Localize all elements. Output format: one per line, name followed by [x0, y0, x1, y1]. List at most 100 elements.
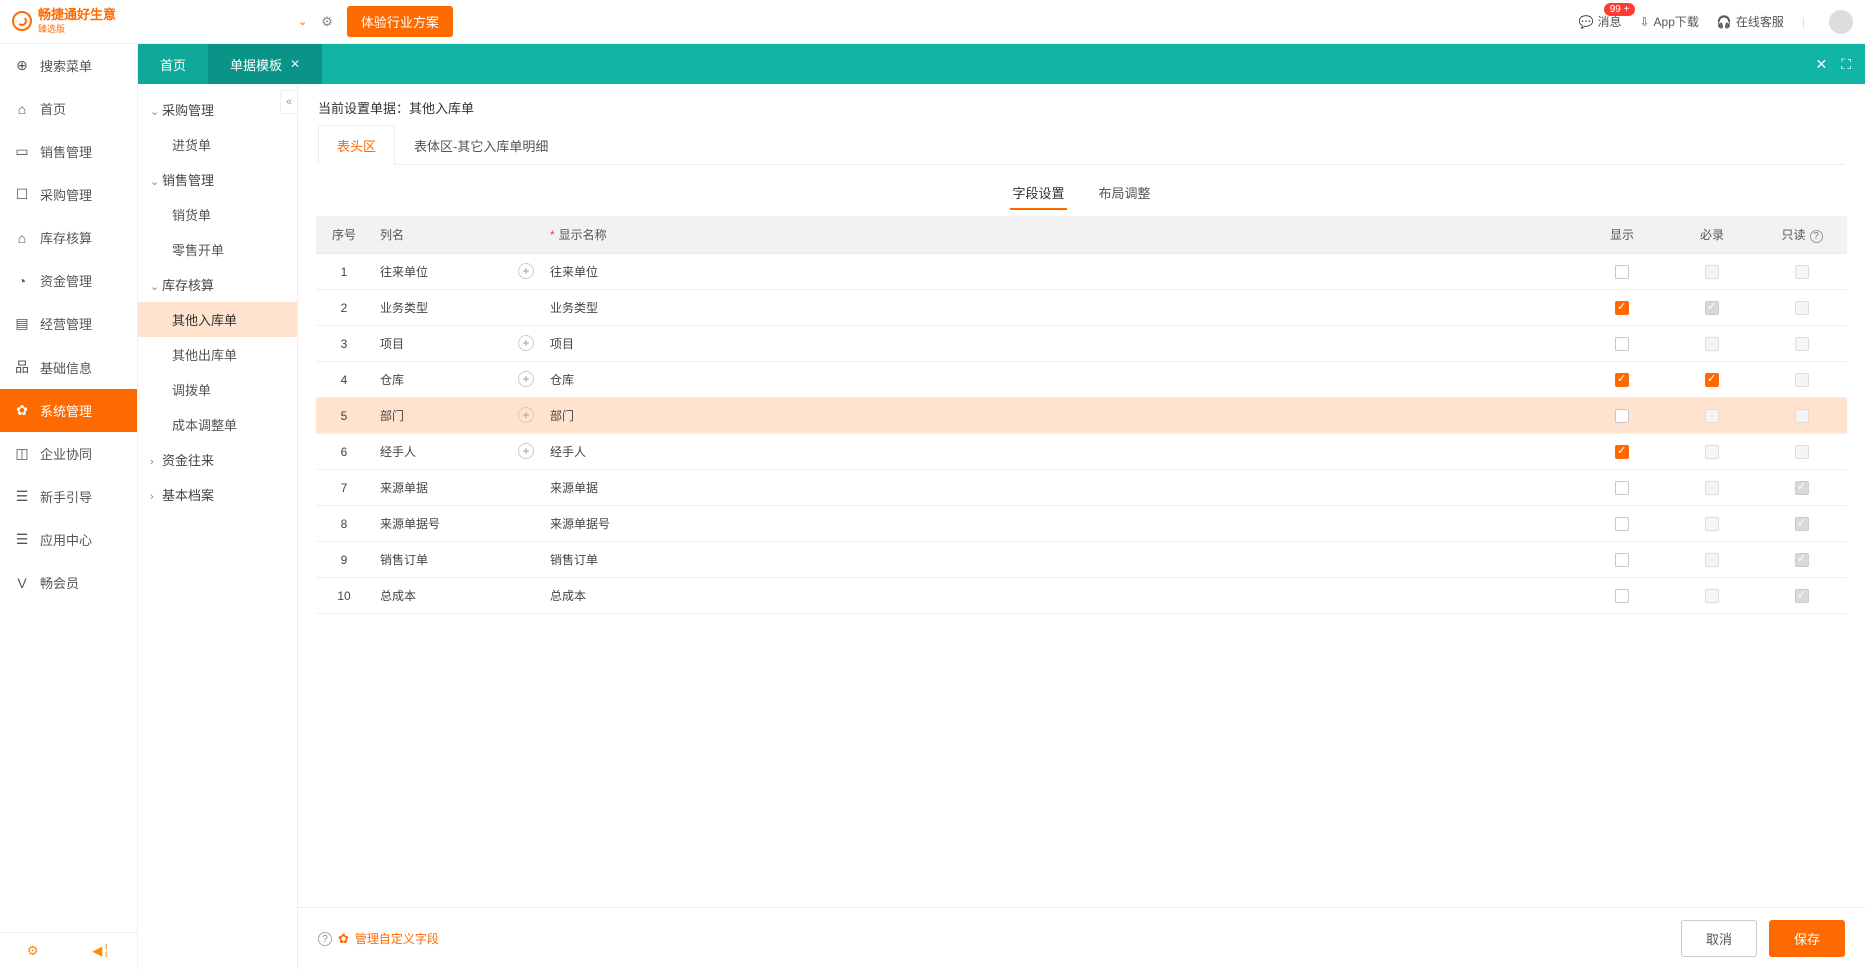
cell-disp[interactable]: 经手人: [542, 434, 1577, 470]
cell-disp[interactable]: 来源单据号: [542, 506, 1577, 542]
plus-icon[interactable]: +: [518, 263, 534, 279]
checkbox[interactable]: [1615, 481, 1629, 495]
checkbox: [1705, 481, 1719, 495]
sidenav-item-4[interactable]: ⌂库存核算: [0, 216, 137, 259]
checkbox[interactable]: [1615, 337, 1629, 351]
cell-req: [1667, 506, 1757, 542]
sidenav-item-0[interactable]: ⊕搜索菜单: [0, 44, 137, 87]
inner-tab-1[interactable]: 表体区-其它入库单明细: [395, 125, 567, 165]
tree-item-2-2[interactable]: 调拨单: [138, 372, 297, 407]
cell-disp[interactable]: 部门: [542, 398, 1577, 434]
tree-item-2-1[interactable]: 其他出库单: [138, 337, 297, 372]
checkbox: [1795, 589, 1809, 603]
checkbox[interactable]: [1615, 553, 1629, 567]
tree-group-0[interactable]: 采购管理: [138, 92, 297, 127]
table-row[interactable]: 10总成本总成本: [316, 578, 1847, 614]
sidenav-item-3[interactable]: ☐采购管理: [0, 173, 137, 216]
help-icon[interactable]: ?: [1810, 230, 1823, 243]
checkbox[interactable]: [1705, 373, 1719, 387]
close-all-icon[interactable]: ✕: [1815, 56, 1827, 73]
tab-doc-template[interactable]: 单据模板 ✕: [208, 44, 322, 84]
app-download-link[interactable]: ⇩ App下载: [1639, 13, 1698, 30]
cell-disp[interactable]: 总成本: [542, 578, 1577, 614]
tree-group-2[interactable]: 库存核算: [138, 267, 297, 302]
checkbox[interactable]: [1615, 445, 1629, 459]
cta-industry-button[interactable]: 体验行业方案: [347, 6, 453, 37]
plus-icon[interactable]: +: [518, 335, 534, 351]
tree-item-1-1[interactable]: 零售开单: [138, 232, 297, 267]
sidenav-item-12[interactable]: V畅会员: [0, 561, 137, 604]
checkbox[interactable]: [1615, 373, 1629, 387]
tree-item-0-0[interactable]: 进货单: [138, 127, 297, 162]
tree-item-1-0[interactable]: 销货单: [138, 197, 297, 232]
sidenav-item-2[interactable]: ▭销售管理: [0, 130, 137, 173]
cell-disp[interactable]: 业务类型: [542, 290, 1577, 326]
cancel-button[interactable]: 取消: [1681, 920, 1757, 957]
sidenav-item-9[interactable]: ◫企业协同: [0, 432, 137, 475]
checkbox[interactable]: [1615, 265, 1629, 279]
plus-icon[interactable]: +: [518, 371, 534, 387]
tab-home[interactable]: 首页: [138, 44, 208, 84]
table-row[interactable]: 1往来单位+往来单位: [316, 254, 1847, 290]
checkbox: [1705, 265, 1719, 279]
inner-tab-0[interactable]: 表头区: [318, 125, 395, 165]
tree-group-3[interactable]: 资金往来: [138, 442, 297, 477]
table-row[interactable]: 9销售订单销售订单: [316, 542, 1847, 578]
collapse-nav-icon[interactable]: ◀╎: [92, 943, 110, 959]
table-row[interactable]: 8来源单据号来源单据号: [316, 506, 1847, 542]
gear-icon[interactable]: ⚙: [321, 14, 333, 30]
sub-tab-1[interactable]: 布局调整: [1097, 177, 1153, 210]
tree-item-2-0[interactable]: 其他入库单: [138, 302, 297, 337]
nav-label: 基础信息: [40, 358, 92, 377]
table-row[interactable]: 4仓库+仓库: [316, 362, 1847, 398]
settings-icon[interactable]: ⚙: [27, 943, 39, 959]
cell-disp[interactable]: 仓库: [542, 362, 1577, 398]
cell-disp[interactable]: 项目: [542, 326, 1577, 362]
cell-ro: [1757, 542, 1847, 578]
cell-req: [1667, 578, 1757, 614]
checkbox[interactable]: [1615, 409, 1629, 423]
checkbox[interactable]: [1615, 589, 1629, 603]
avatar[interactable]: [1829, 10, 1853, 34]
checkbox: [1705, 589, 1719, 603]
org-selector[interactable]: ⌄: [158, 15, 307, 28]
online-service-link[interactable]: 🎧 在线客服: [1717, 13, 1784, 30]
help-icon[interactable]: ?: [318, 932, 332, 946]
close-icon[interactable]: ✕: [290, 57, 300, 71]
sidenav-item-5[interactable]: ◔资金管理: [0, 259, 137, 302]
table-row[interactable]: 7来源单据来源单据: [316, 470, 1847, 506]
cell-req: [1667, 542, 1757, 578]
table-row[interactable]: 5部门+部门: [316, 398, 1847, 434]
cell-show: [1577, 290, 1667, 326]
sidenav-item-11[interactable]: ☰应用中心: [0, 518, 137, 561]
cell-req: [1667, 254, 1757, 290]
tree-group-1[interactable]: 销售管理: [138, 162, 297, 197]
tree-group-4[interactable]: 基本档案: [138, 477, 297, 512]
checkbox: [1705, 301, 1719, 315]
messages-link[interactable]: 💬 消息 99 +: [1579, 13, 1622, 30]
sidenav-item-8[interactable]: ✿系统管理: [0, 389, 137, 432]
crumb-prefix: 当前设置单据：: [318, 101, 409, 116]
cell-ro: [1757, 326, 1847, 362]
sidenav-item-10[interactable]: ☰新手引导: [0, 475, 137, 518]
sidenav-item-6[interactable]: ▤经营管理: [0, 302, 137, 345]
save-button[interactable]: 保存: [1769, 920, 1845, 957]
collapse-tree-icon[interactable]: «: [280, 90, 298, 114]
sidenav-item-1[interactable]: ⌂首页: [0, 87, 137, 130]
sub-tab-0[interactable]: 字段设置: [1010, 177, 1066, 210]
header-right: 💬 消息 99 + ⇩ App下载 🎧 在线客服 |: [1579, 10, 1853, 34]
cell-disp[interactable]: 来源单据: [542, 470, 1577, 506]
sidenav-item-7[interactable]: 品基础信息: [0, 345, 137, 389]
table-row[interactable]: 3项目+项目: [316, 326, 1847, 362]
cell-disp[interactable]: 销售订单: [542, 542, 1577, 578]
cell-disp[interactable]: 往来单位: [542, 254, 1577, 290]
tree-item-2-3[interactable]: 成本调整单: [138, 407, 297, 442]
fullscreen-icon[interactable]: ⛶: [1841, 56, 1851, 73]
checkbox[interactable]: [1615, 517, 1629, 531]
manage-custom-fields-link[interactable]: 管理自定义字段: [355, 930, 439, 947]
table-row[interactable]: 6经手人+经手人: [316, 434, 1847, 470]
plus-icon[interactable]: +: [518, 407, 534, 423]
checkbox[interactable]: [1615, 301, 1629, 315]
table-row[interactable]: 2业务类型业务类型: [316, 290, 1847, 326]
plus-icon[interactable]: +: [518, 443, 534, 459]
